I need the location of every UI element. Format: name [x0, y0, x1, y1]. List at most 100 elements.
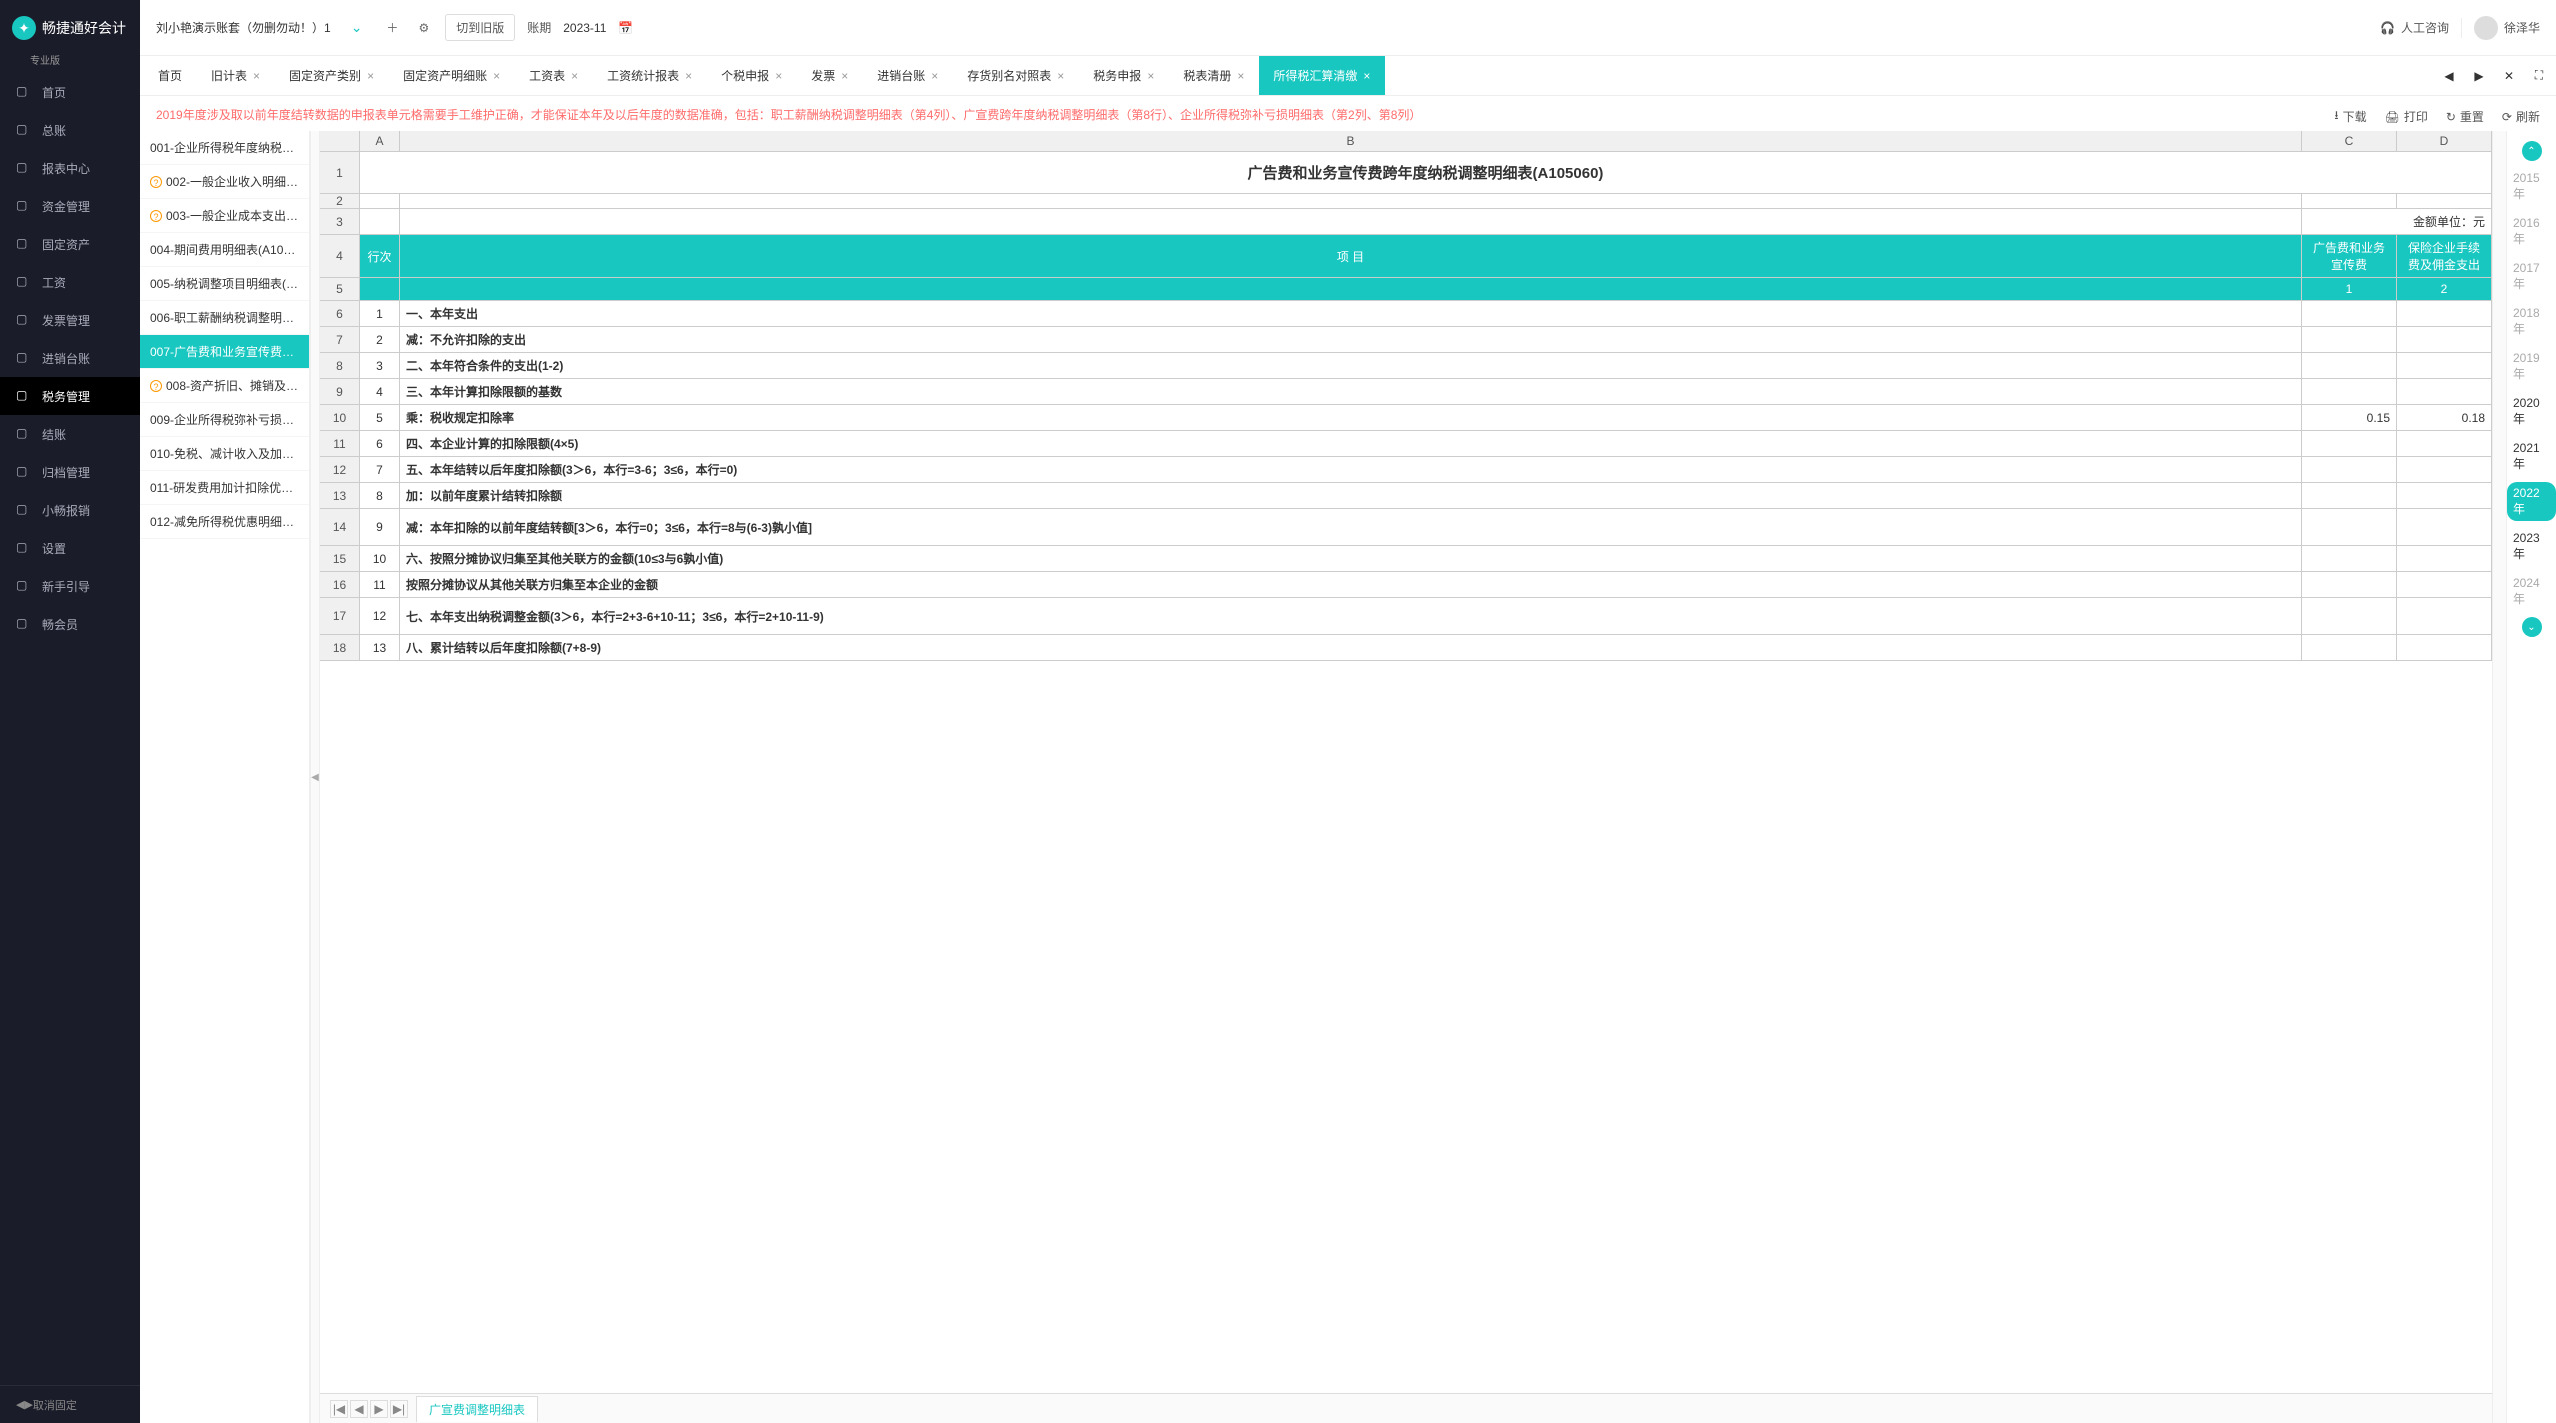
splitter[interactable]: ◀: [310, 131, 320, 1423]
nav-item[interactable]: ▢资金管理: [0, 187, 140, 225]
tab[interactable]: 税表清册×: [1169, 56, 1259, 95]
tab[interactable]: 存货别名对照表×: [953, 56, 1079, 95]
tab-close-icon[interactable]: ×: [493, 69, 500, 83]
cell-value-c[interactable]: [2302, 598, 2397, 634]
col-header-b[interactable]: B: [400, 131, 2302, 151]
row-header[interactable]: 4: [320, 235, 360, 277]
reset-button[interactable]: ↻重置: [2446, 106, 2484, 127]
nav-item[interactable]: ▢设置: [0, 529, 140, 567]
doc-item[interactable]: 007-广告费和业务宣传费跨...: [140, 335, 309, 369]
cell-item[interactable]: 减：本年扣除的以前年度结转额[3＞6，本行=0；3≤6，本行=8与(6-3)孰小…: [400, 509, 2302, 545]
year-item[interactable]: 2018年: [2507, 302, 2556, 341]
sheet-last[interactable]: ▶|: [390, 1400, 408, 1418]
row-header[interactable]: 8: [320, 353, 360, 378]
doc-item[interactable]: ?002-一般企业收入明细表(A1...: [140, 165, 309, 199]
tab-scroll-right[interactable]: ▶: [2468, 65, 2490, 87]
row-header[interactable]: 15: [320, 546, 360, 571]
cell-item[interactable]: 六、按照分摊协议归集至其他关联方的金额(10≤3与6孰小值): [400, 546, 2302, 571]
tab[interactable]: 个税申报×: [707, 56, 797, 95]
doc-item[interactable]: 012-减免所得税优惠明细表(...: [140, 505, 309, 539]
tab[interactable]: 税务申报×: [1079, 56, 1169, 95]
tab[interactable]: 固定资产明细账×: [389, 56, 515, 95]
year-item[interactable]: 2017年: [2507, 257, 2556, 296]
col-header-a[interactable]: A: [360, 131, 400, 151]
tab-close-icon[interactable]: ×: [571, 69, 578, 83]
tab-close-icon[interactable]: ×: [253, 69, 260, 83]
nav-item[interactable]: ▢小畅报销: [0, 491, 140, 529]
cell-seq[interactable]: 3: [360, 353, 400, 378]
row-header[interactable]: 10: [320, 405, 360, 430]
tab-close-icon[interactable]: ×: [1057, 69, 1064, 83]
cell-value-c[interactable]: [2302, 327, 2397, 352]
row-header[interactable]: 1: [320, 152, 360, 193]
row-header[interactable]: 11: [320, 431, 360, 456]
cell-value-c[interactable]: 0.15: [2302, 405, 2397, 430]
cell-value-c[interactable]: [2302, 509, 2397, 545]
vertical-scrollbar[interactable]: [2492, 131, 2506, 1423]
tab[interactable]: 工资统计报表×: [593, 56, 707, 95]
year-item[interactable]: 2022年: [2507, 482, 2556, 521]
sheet-prev[interactable]: ◀: [350, 1400, 368, 1418]
tab[interactable]: 旧计表×: [197, 56, 275, 95]
tab-close-icon[interactable]: ×: [841, 69, 848, 83]
doc-item[interactable]: 005-纳税调整项目明细表(A1...: [140, 267, 309, 301]
nav-item[interactable]: ▢工资: [0, 263, 140, 301]
nav-item[interactable]: ▢畅会员: [0, 605, 140, 643]
cell-item[interactable]: 一、本年支出: [400, 301, 2302, 326]
nav-item[interactable]: ▢新手引导: [0, 567, 140, 605]
row-header[interactable]: 12: [320, 457, 360, 482]
year-item[interactable]: 2020年: [2507, 392, 2556, 431]
cell-seq[interactable]: 11: [360, 572, 400, 597]
tab[interactable]: 进销台账×: [863, 56, 953, 95]
nav-item[interactable]: ▢总账: [0, 111, 140, 149]
cell-value-c[interactable]: [2302, 379, 2397, 404]
row-header[interactable]: 7: [320, 327, 360, 352]
cell-value-d[interactable]: [2397, 301, 2492, 326]
cell-value-c[interactable]: [2302, 457, 2397, 482]
cell-value-d[interactable]: [2397, 327, 2492, 352]
tab-close-icon[interactable]: ×: [1363, 69, 1370, 83]
doc-item[interactable]: 006-职工薪酬纳税调整明细...: [140, 301, 309, 335]
tab-close-all[interactable]: ✕: [2498, 65, 2520, 87]
cell-value-c[interactable]: [2302, 546, 2397, 571]
row-header[interactable]: 16: [320, 572, 360, 597]
year-item[interactable]: 2021年: [2507, 437, 2556, 476]
year-item[interactable]: 2023年: [2507, 527, 2556, 566]
cell-value-d[interactable]: [2397, 509, 2492, 545]
sheet-next[interactable]: ▶: [370, 1400, 388, 1418]
row-header[interactable]: 13: [320, 483, 360, 508]
doc-item[interactable]: 004-期间费用明细表(A1040...: [140, 233, 309, 267]
year-scroll-down[interactable]: ⌄: [2522, 617, 2542, 637]
cell-value-d[interactable]: [2397, 483, 2492, 508]
row-header[interactable]: 18: [320, 635, 360, 660]
doc-item[interactable]: 009-企业所得税弥补亏损明...: [140, 403, 309, 437]
row-header[interactable]: 6: [320, 301, 360, 326]
cell-item[interactable]: 八、累计结转以后年度扣除额(7+8-9): [400, 635, 2302, 660]
cell-seq[interactable]: 6: [360, 431, 400, 456]
cell-item[interactable]: 减：不允许扣除的支出: [400, 327, 2302, 352]
doc-item[interactable]: 001-企业所得税年度纳税申...: [140, 131, 309, 165]
tab-close-icon[interactable]: ×: [1237, 69, 1244, 83]
cell-seq[interactable]: 9: [360, 509, 400, 545]
tab[interactable]: 固定资产类别×: [275, 56, 389, 95]
user-menu[interactable]: 徐泽华: [2474, 16, 2540, 40]
nav-item[interactable]: ▢发票管理: [0, 301, 140, 339]
nav-item[interactable]: ▢报表中心: [0, 149, 140, 187]
tab[interactable]: 所得税汇算清缴×: [1259, 56, 1385, 95]
consult-button[interactable]: 🎧 人工咨询: [2380, 19, 2449, 36]
nav-item[interactable]: ▢固定资产: [0, 225, 140, 263]
refresh-button[interactable]: ⟳刷新: [2502, 106, 2540, 127]
cell-seq[interactable]: 4: [360, 379, 400, 404]
nav-item[interactable]: ▢归档管理: [0, 453, 140, 491]
col-header-c[interactable]: C: [2302, 131, 2397, 151]
year-item[interactable]: 2019年: [2507, 347, 2556, 386]
cell-seq[interactable]: 2: [360, 327, 400, 352]
cell-value-c[interactable]: [2302, 431, 2397, 456]
doc-item[interactable]: ?008-资产折旧、摊销及纳税...: [140, 369, 309, 403]
cell-seq[interactable]: 13: [360, 635, 400, 660]
cell-item[interactable]: 二、本年符合条件的支出(1-2): [400, 353, 2302, 378]
cell-value-c[interactable]: [2302, 483, 2397, 508]
cell-seq[interactable]: 12: [360, 598, 400, 634]
cell-value-d[interactable]: [2397, 635, 2492, 660]
col-header-d[interactable]: D: [2397, 131, 2492, 151]
